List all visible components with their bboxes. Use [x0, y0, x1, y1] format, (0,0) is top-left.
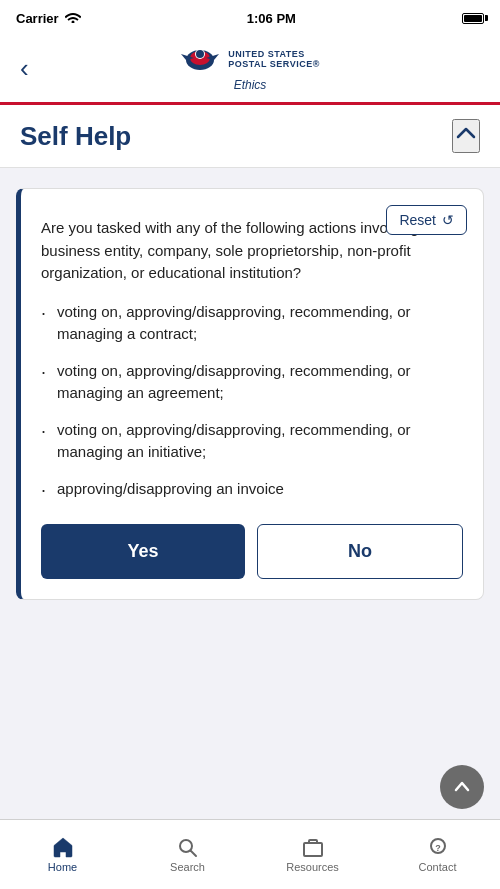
list-item: voting on, approving/disapproving, recom…	[41, 301, 463, 346]
list-item: approving/disapproving an invoice	[41, 478, 463, 501]
no-button[interactable]: No	[257, 524, 463, 579]
reset-button[interactable]: Reset ↺	[386, 205, 467, 235]
status-bar: Carrier 1:06 PM	[0, 0, 500, 36]
tab-resources[interactable]: Resources	[250, 820, 375, 889]
app-header: ‹ UNITED STATES POSTAL SERVICE® Ethics	[0, 36, 500, 105]
home-icon	[51, 836, 75, 858]
search-icon	[176, 836, 200, 858]
arrow-up-icon	[452, 777, 472, 797]
time-display: 1:06 PM	[247, 11, 296, 26]
usps-eagle-icon	[180, 44, 220, 76]
main-content: Reset ↺ Are you tasked with any of the f…	[0, 168, 500, 819]
list-item: voting on, approving/disapproving, recom…	[41, 419, 463, 464]
bullet-list: voting on, approving/disapproving, recom…	[41, 301, 463, 501]
page-title: Self Help	[20, 121, 131, 152]
list-item: voting on, approving/disapproving, recom…	[41, 360, 463, 405]
back-icon: ‹	[20, 53, 29, 83]
tab-resources-label: Resources	[286, 861, 339, 873]
carrier-text: Carrier	[16, 11, 59, 26]
yes-button[interactable]: Yes	[41, 524, 245, 579]
logo-area: UNITED STATES POSTAL SERVICE® Ethics	[180, 44, 320, 92]
question-card: Reset ↺ Are you tasked with any of the f…	[16, 188, 484, 600]
carrier-label: Carrier	[16, 11, 81, 26]
svg-point-3	[196, 50, 204, 58]
wifi-icon	[65, 11, 81, 26]
tab-bar: Home Search Resources ? Contact	[0, 819, 500, 889]
svg-text:?: ?	[435, 843, 441, 853]
usps-text-block: UNITED STATES POSTAL SERVICE®	[228, 50, 320, 70]
tab-home-label: Home	[48, 861, 77, 873]
action-buttons: Yes No	[41, 524, 463, 579]
contact-icon: ?	[426, 836, 450, 858]
ethics-label: Ethics	[234, 78, 267, 92]
battery-icon	[462, 13, 484, 24]
tab-search-label: Search	[170, 861, 205, 873]
tab-home[interactable]: Home	[0, 820, 125, 889]
chevron-up-icon	[454, 121, 478, 145]
tab-search[interactable]: Search	[125, 820, 250, 889]
tab-contact-label: Contact	[419, 861, 457, 873]
battery-area	[462, 13, 484, 24]
page-title-bar: Self Help	[0, 105, 500, 168]
resources-icon	[301, 836, 325, 858]
svg-line-7	[190, 851, 196, 857]
svg-rect-8	[304, 843, 322, 856]
scroll-top-button[interactable]	[440, 765, 484, 809]
tab-contact[interactable]: ? Contact	[375, 820, 500, 889]
logo-container: UNITED STATES POSTAL SERVICE®	[180, 44, 320, 76]
reset-icon: ↺	[442, 212, 454, 228]
reset-label: Reset	[399, 212, 436, 228]
collapse-button[interactable]	[452, 119, 480, 153]
back-button[interactable]: ‹	[16, 49, 33, 88]
usps-line2: POSTAL SERVICE®	[228, 60, 320, 70]
